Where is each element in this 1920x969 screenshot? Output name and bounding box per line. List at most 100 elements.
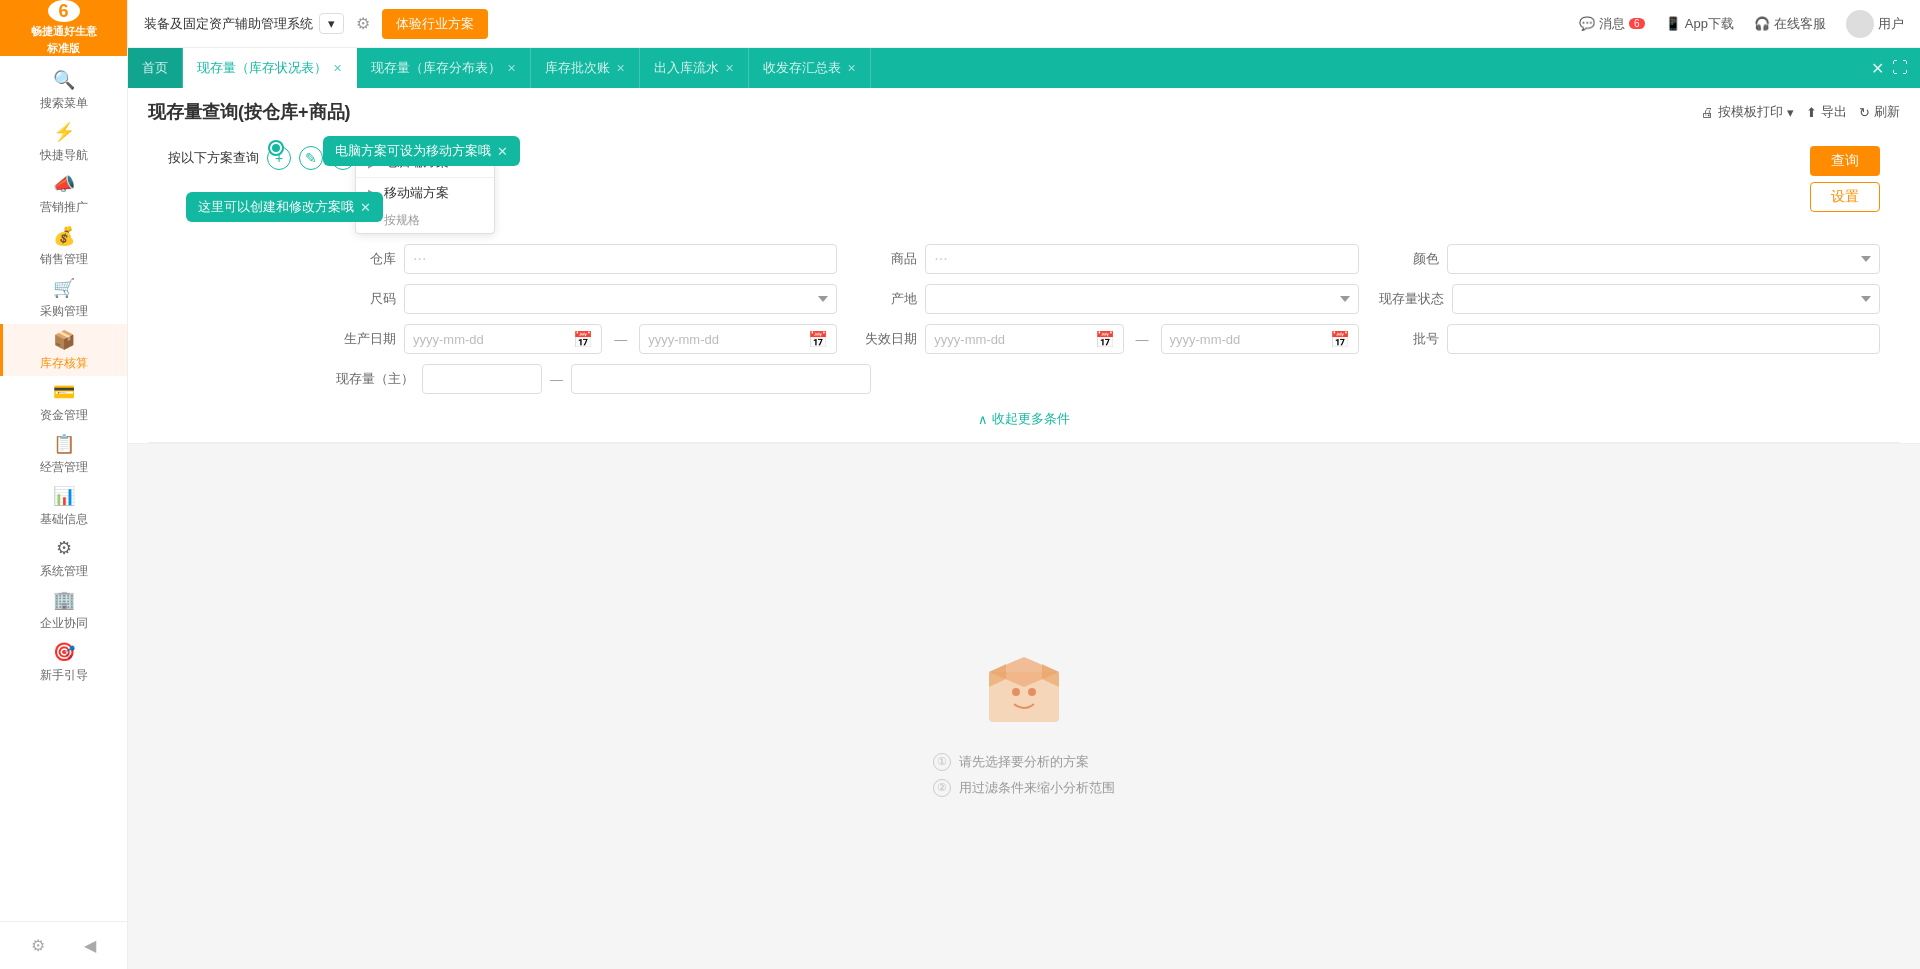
tab-recv-summary[interactable]: 收发存汇总表 ✕ bbox=[749, 48, 871, 88]
calendar-icon: 📅 bbox=[1330, 330, 1350, 349]
sidebar-item-label: 经营管理 bbox=[40, 459, 88, 476]
dots-icon: ··· bbox=[934, 250, 947, 268]
system-title: 装备及固定资产辅助管理系统 ▾ bbox=[144, 13, 344, 34]
online-service-button[interactable]: 🎧 在线客服 bbox=[1754, 15, 1826, 33]
reset-button[interactable]: 设置 bbox=[1810, 182, 1880, 212]
settings-button[interactable]: ⚙ bbox=[31, 936, 45, 955]
origin-select[interactable] bbox=[925, 284, 1358, 314]
tab-close-icon[interactable]: ✕ bbox=[507, 62, 516, 75]
query-button[interactable]: 查询 bbox=[1810, 146, 1880, 176]
warehouse-filter: 仓库 ··· bbox=[336, 244, 837, 274]
building-icon: 🏢 bbox=[53, 589, 75, 611]
tab-close-icon[interactable]: ✕ bbox=[725, 62, 734, 75]
stock-status-label: 现存量状态 bbox=[1379, 290, 1444, 308]
sidebar-item-system[interactable]: ⚙ 系统管理 bbox=[0, 532, 127, 584]
refresh-button[interactable]: ↻ 刷新 bbox=[1859, 103, 1900, 121]
system-dropdown[interactable]: ▾ bbox=[319, 13, 344, 34]
step2-text: 用过滤条件来缩小分析范围 bbox=[959, 779, 1115, 797]
tab-close-icon[interactable]: ✕ bbox=[616, 62, 625, 75]
app-download-button[interactable]: 📱 App下载 bbox=[1665, 15, 1734, 33]
scheme-name: 移动端方案 bbox=[384, 184, 449, 202]
refresh-icon: ↻ bbox=[1859, 105, 1870, 120]
prod-date-filter: 生产日期 yyyy-mm-dd 📅 — yyyy-mm-dd 📅 bbox=[336, 324, 837, 354]
cursor-indicator bbox=[270, 142, 282, 154]
tab-label: 出入库流水 bbox=[654, 59, 719, 77]
tab-inventory-dist[interactable]: 现存量（库存分布表） ✕ bbox=[357, 48, 531, 88]
expire-date-start[interactable]: yyyy-mm-dd 📅 bbox=[925, 324, 1123, 354]
trial-button[interactable]: 体验行业方案 bbox=[382, 9, 488, 39]
stock-status-select[interactable] bbox=[1452, 284, 1880, 314]
collapse-button[interactable]: ∧ 收起更多条件 bbox=[168, 402, 1880, 430]
inventory-min-input[interactable] bbox=[422, 364, 542, 394]
collapse-label: 收起更多条件 bbox=[992, 410, 1070, 428]
sidebar-item-search[interactable]: 🔍 搜索菜单 bbox=[0, 64, 127, 116]
box-icon: 📦 bbox=[53, 329, 75, 351]
sidebar-item-basic[interactable]: 📊 基础信息 bbox=[0, 480, 127, 532]
inventory-max-input[interactable] bbox=[571, 364, 871, 394]
range-separator: — bbox=[550, 372, 563, 387]
batch-filter: 批号 bbox=[1379, 324, 1880, 354]
collapse-sidebar-button[interactable]: ◀ bbox=[84, 936, 96, 955]
sidebar-item-operations[interactable]: 📋 经营管理 bbox=[0, 428, 127, 480]
date-placeholder: yyyy-mm-dd bbox=[934, 332, 1090, 347]
tab-inventory-status[interactable]: 现存量（库存状况表） ✕ bbox=[183, 48, 357, 88]
expire-date-end[interactable]: yyyy-mm-dd 📅 bbox=[1161, 324, 1359, 354]
page-actions: 🖨 按模板打印 ▾ ⬆ 导出 ↻ 刷新 bbox=[1701, 103, 1900, 121]
sidebar-item-marketing[interactable]: 📣 营销推广 bbox=[0, 168, 127, 220]
sidebar-item-nav[interactable]: ⚡ 快捷导航 bbox=[0, 116, 127, 168]
date-separator: — bbox=[614, 332, 627, 347]
sidebar-item-sales[interactable]: 💰 销售管理 bbox=[0, 220, 127, 272]
tab-maximize-icon[interactable]: ⛶ bbox=[1892, 59, 1908, 77]
export-button[interactable]: ⬆ 导出 bbox=[1806, 103, 1847, 121]
tab-home[interactable]: 首页 bbox=[128, 48, 183, 88]
warehouse-input[interactable]: ··· bbox=[404, 244, 837, 274]
tooltip-close-icon[interactable]: ✕ bbox=[497, 144, 508, 159]
sidebar-item-guide[interactable]: 🎯 新手引导 bbox=[0, 636, 127, 688]
size-select[interactable] bbox=[404, 284, 837, 314]
warehouse-label: 仓库 bbox=[336, 250, 396, 268]
calendar-icon: 📅 bbox=[808, 330, 828, 349]
sidebar-item-label: 快捷导航 bbox=[40, 147, 88, 164]
sidebar-item-enterprise[interactable]: 🏢 企业协同 bbox=[0, 584, 127, 636]
color-label: 颜色 bbox=[1379, 250, 1439, 268]
goods-input[interactable]: ··· bbox=[925, 244, 1358, 274]
sidebar-item-purchase[interactable]: 🛒 采购管理 bbox=[0, 272, 127, 324]
goods-label: 商品 bbox=[857, 250, 917, 268]
tab-label: 收发存汇总表 bbox=[763, 59, 841, 77]
tab-close-all-icon[interactable]: ✕ bbox=[1871, 59, 1884, 78]
export-icon: ⬆ bbox=[1806, 105, 1817, 120]
expire-date-filter: 失效日期 yyyy-mm-dd 📅 — yyyy-mm-dd 📅 bbox=[857, 324, 1358, 354]
prod-date-start[interactable]: yyyy-mm-dd 📅 bbox=[404, 324, 602, 354]
megaphone-icon: 📣 bbox=[53, 173, 75, 195]
origin-filter: 产地 bbox=[857, 284, 1358, 314]
user-menu[interactable]: 用户 bbox=[1846, 10, 1904, 38]
svg-point-5 bbox=[1028, 688, 1036, 696]
sidebar-item-finance[interactable]: 💳 资金管理 bbox=[0, 376, 127, 428]
calendar-icon: 📅 bbox=[1095, 330, 1115, 349]
color-select[interactable] bbox=[1447, 244, 1880, 274]
search-icon: 🔍 bbox=[53, 69, 75, 91]
topbar: 装备及固定资产辅助管理系统 ▾ ⚙ 体验行业方案 💬 消息 6 📱 App下载 … bbox=[128, 0, 1920, 48]
sidebar-item-label: 企业协同 bbox=[40, 615, 88, 632]
tooltip-close-icon[interactable]: ✕ bbox=[360, 200, 371, 215]
page-title: 现存量查询(按仓库+商品) bbox=[148, 100, 351, 124]
tab-batch-account[interactable]: 库存批次账 ✕ bbox=[531, 48, 640, 88]
settings-icon[interactable]: ⚙ bbox=[356, 14, 370, 33]
chevron-down-icon: ▾ bbox=[328, 16, 335, 31]
batch-input[interactable] bbox=[1447, 324, 1880, 354]
tab-in-out-flow[interactable]: 出入库流水 ✕ bbox=[640, 48, 749, 88]
chevron-up-icon: ∧ bbox=[978, 412, 988, 427]
sidebar-item-inventory[interactable]: 📦 库存核算 bbox=[0, 324, 127, 376]
sidebar-item-label: 基础信息 bbox=[40, 511, 88, 528]
message-button[interactable]: 💬 消息 6 bbox=[1579, 15, 1645, 33]
logo-text: 畅捷通好生意 bbox=[31, 24, 97, 39]
scheme-extra-label: 按规格 bbox=[384, 213, 420, 227]
sidebar-item-label: 新手引导 bbox=[40, 667, 88, 684]
tab-close-icon[interactable]: ✕ bbox=[333, 62, 342, 75]
step1-text: 请先选择要分析的方案 bbox=[959, 753, 1089, 771]
print-button[interactable]: 🖨 按模板打印 ▾ bbox=[1701, 103, 1794, 121]
tab-close-icon[interactable]: ✕ bbox=[847, 62, 856, 75]
prod-date-end[interactable]: yyyy-mm-dd 📅 bbox=[639, 324, 837, 354]
empty-illustration bbox=[964, 617, 1084, 737]
chart-icon: 📊 bbox=[53, 485, 75, 507]
